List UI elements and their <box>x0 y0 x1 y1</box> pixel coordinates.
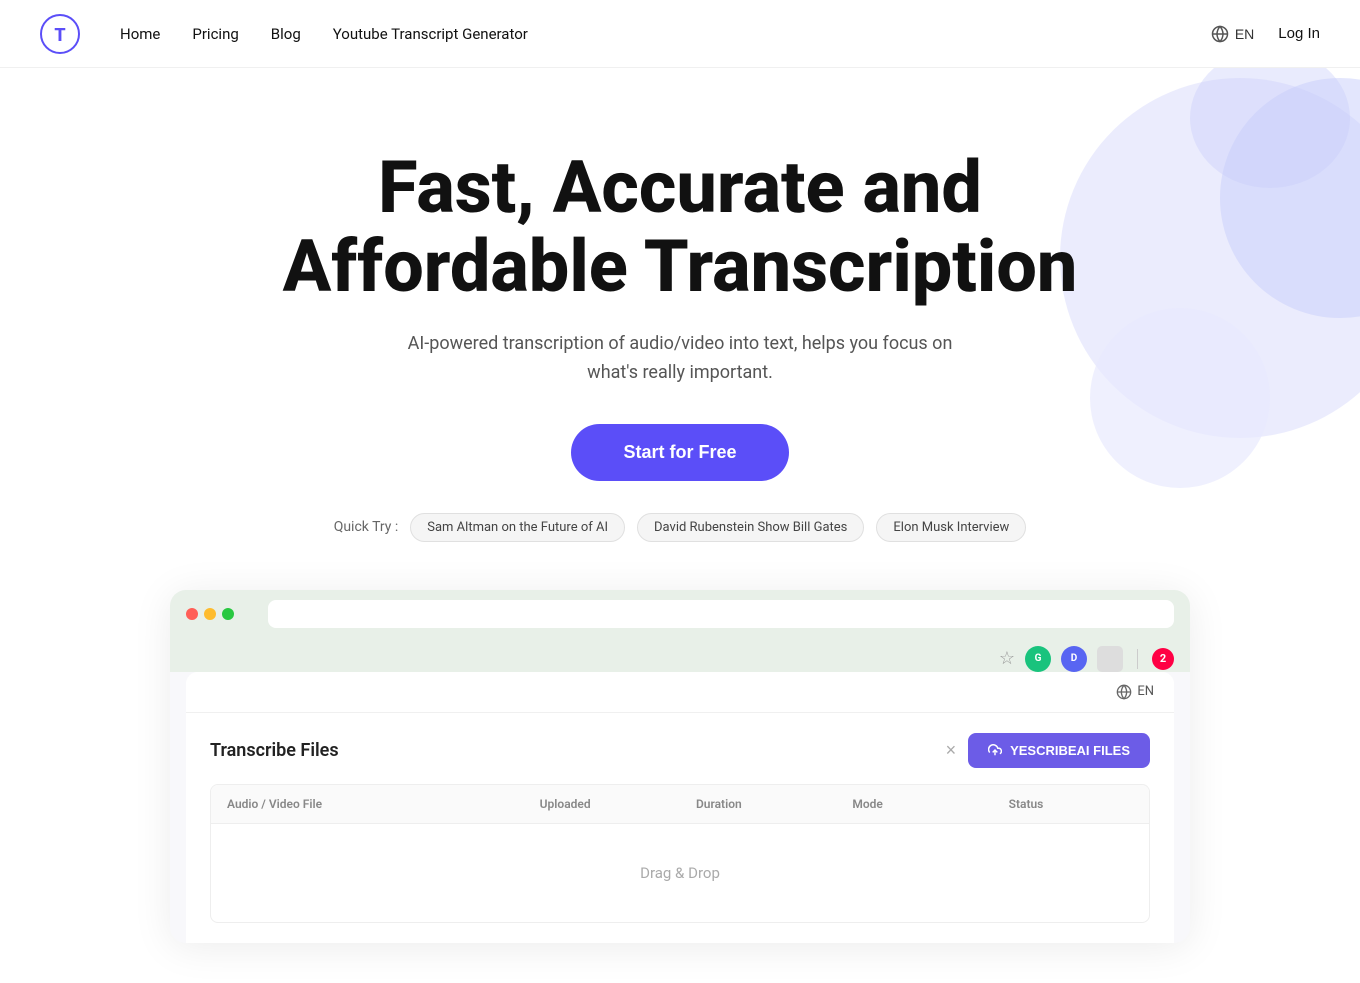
quick-tag-2[interactable]: Elon Musk Interview <box>876 513 1026 542</box>
close-button[interactable]: × <box>946 740 957 761</box>
col-duration: Duration <box>680 785 836 823</box>
transcribe-title: Transcribe Files <box>210 740 339 761</box>
app-lang-label: EN <box>1137 684 1154 699</box>
extension-icon <box>1097 646 1123 672</box>
discord-icon: D <box>1061 646 1087 672</box>
quick-tag-0[interactable]: Sam Altman on the Future of AI <box>410 513 625 542</box>
nav-right: EN Log In <box>1211 25 1320 43</box>
upload-button[interactable]: YESCRIBEAI FILES <box>968 733 1150 768</box>
col-file: Audio / Video File <box>211 785 524 823</box>
chatgpt-icon: G <box>1025 646 1051 672</box>
quick-try: Quick Try : Sam Altman on the Future of … <box>20 513 1340 542</box>
app-preview: ☆ G D 2 EN <box>170 590 1190 943</box>
app-inner: EN Transcribe Files × <box>186 672 1174 943</box>
table-empty: Drag & Drop <box>211 824 1149 922</box>
browser-url-bar <box>268 600 1174 628</box>
transcribe-header: Transcribe Files × YESCRIBEAI FILES <box>210 733 1150 768</box>
hero-content: Fast, Accurate and Affordable Transcript… <box>20 148 1340 943</box>
transcribe-area: Transcribe Files × YESCRIBEAI FILES <box>186 713 1174 943</box>
quick-try-label: Quick Try : <box>334 519 399 535</box>
hero-section: Fast, Accurate and Affordable Transcript… <box>0 68 1360 983</box>
transcribe-table: Audio / Video File Uploaded Duration Mod… <box>210 784 1150 923</box>
col-uploaded: Uploaded <box>524 785 680 823</box>
table-header: Audio / Video File Uploaded Duration Mod… <box>211 785 1149 824</box>
login-button[interactable]: Log In <box>1278 25 1320 42</box>
nav-home[interactable]: Home <box>120 25 160 43</box>
logo[interactable]: T <box>40 14 80 54</box>
star-icon: ☆ <box>999 648 1015 669</box>
nav-youtube-transcript[interactable]: Youtube Transcript Generator <box>333 25 528 43</box>
col-status: Status <box>993 785 1149 823</box>
nav-pricing[interactable]: Pricing <box>192 25 238 43</box>
language-button[interactable]: EN <box>1211 25 1254 43</box>
navbar: T Home Pricing Blog Youtube Transcript G… <box>0 0 1360 68</box>
browser-bar-top <box>170 590 1190 638</box>
drag-drop-text: Drag & Drop <box>251 864 1109 882</box>
app-topbar: EN <box>186 672 1174 713</box>
lang-label: EN <box>1235 26 1254 42</box>
nav-blog[interactable]: Blog <box>271 25 301 43</box>
hero-title: Fast, Accurate and Affordable Transcript… <box>270 148 1090 306</box>
quick-tag-1[interactable]: David Rubenstein Show Bill Gates <box>637 513 864 542</box>
start-free-button[interactable]: Start for Free <box>571 424 788 481</box>
app-lang: EN <box>1116 684 1154 700</box>
hero-subtitle: AI-powered transcription of audio/video … <box>380 330 980 388</box>
browser-icons-bar: ☆ G D 2 <box>170 638 1190 672</box>
col-mode: Mode <box>836 785 992 823</box>
upload-btn-label: YESCRIBEAI FILES <box>1010 743 1130 758</box>
svg-text:T: T <box>54 24 65 45</box>
notification-badge: 2 <box>1152 648 1174 670</box>
nav-links: Home Pricing Blog Youtube Transcript Gen… <box>120 25 1211 43</box>
